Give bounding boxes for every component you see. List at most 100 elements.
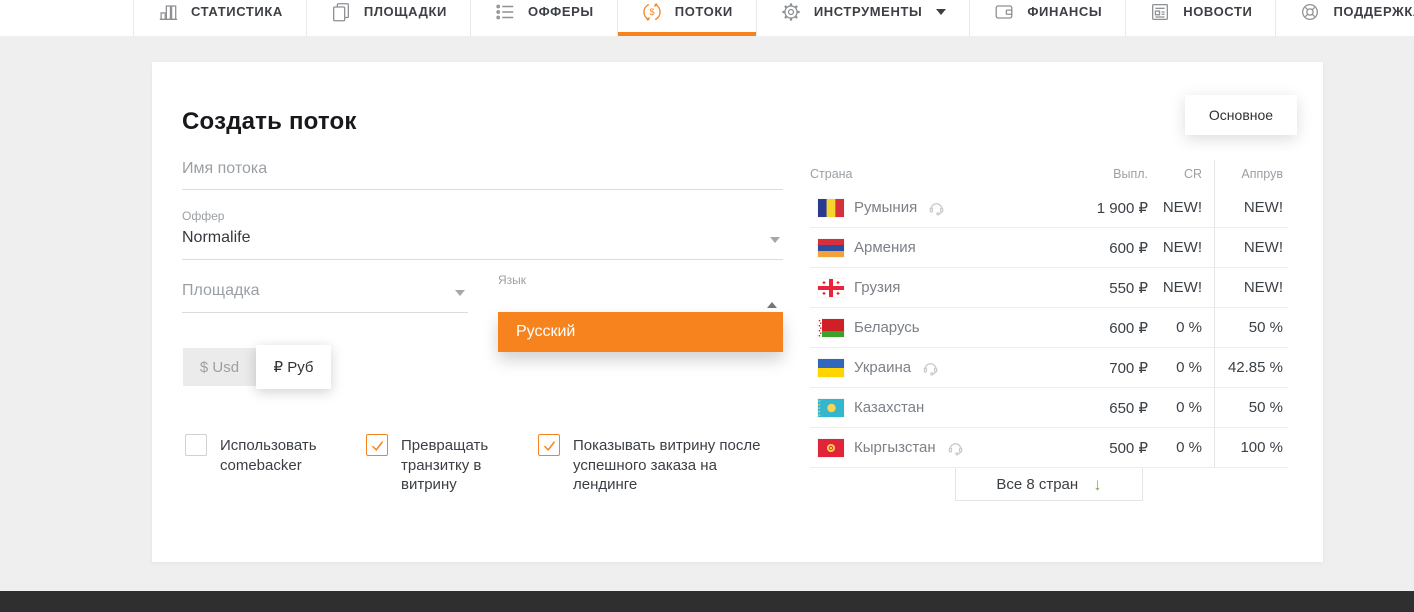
gear-icon	[780, 1, 802, 23]
approve-value: NEW!	[1214, 268, 1288, 307]
nav-label: СТАТИСТИКА	[191, 4, 283, 19]
countries-table-header: Страна Выпл. CR Аппрув	[810, 160, 1288, 188]
nav-item-news[interactable]: НОВОСТИ	[1125, 0, 1275, 36]
checkbox-comebacker[interactable]: Использовать comebacker	[185, 434, 366, 495]
table-row: Грузия 550 ₽ NEW! NEW!	[810, 268, 1288, 308]
cr-value: 0 %	[1176, 439, 1202, 456]
currency-toggle: $ Usd ₽ Руб	[183, 345, 331, 389]
checkbox-box	[185, 434, 207, 456]
nav-item-finances[interactable]: ФИНАНСЫ	[969, 0, 1125, 36]
nav-label: ИНСТРУМЕНТЫ	[813, 4, 923, 19]
payout-value: 700 ₽	[1109, 359, 1148, 377]
lifebuoy-icon	[1299, 1, 1321, 23]
nav-item-tools[interactable]: ИНСТРУМЕНТЫ	[755, 0, 969, 36]
headset-icon	[947, 439, 964, 456]
checkbox-showcase-after-order[interactable]: Показывать витрину после успешного заказ…	[538, 434, 770, 495]
platform-field[interactable]: Площадка	[182, 276, 468, 313]
approve-value: NEW!	[1214, 188, 1288, 227]
country-name: Украина	[854, 359, 912, 376]
payout-value: 600 ₽	[1109, 239, 1148, 257]
language-option-russian[interactable]: Русский	[498, 312, 783, 352]
top-nav: СТАТИСТИКА ПЛОЩАДКИ ОФФЕРЫ $ ПОТОКИ ИНСТ…	[0, 0, 1414, 36]
country-name: Кыргызстан	[854, 439, 936, 456]
all-countries-label: Все 8 стран	[996, 475, 1079, 493]
language-dropdown: Русский	[498, 312, 783, 352]
header-cr: CR	[1183, 167, 1202, 181]
cr-value: NEW!	[1162, 199, 1202, 216]
language-label: Язык	[498, 273, 527, 287]
nav-label: НОВОСТИ	[1183, 4, 1253, 19]
all-countries-button[interactable]: Все 8 стран ↓	[955, 468, 1143, 501]
checkbox-transit-to-showcase[interactable]: Превращать транзитку в витрину	[366, 434, 538, 495]
payout-value: 550 ₽	[1109, 279, 1148, 297]
flag-georgia-icon	[810, 268, 854, 307]
nav-item-support[interactable]: ПОДДЕРЖКА	[1275, 0, 1414, 36]
checkbox-box	[366, 434, 388, 456]
flag-armenia-icon	[810, 228, 854, 267]
currency-usd-button[interactable]: $ Usd	[183, 348, 256, 386]
stream-name-input[interactable]	[182, 154, 783, 190]
country-name: Беларусь	[854, 319, 920, 336]
country-name: Румыния	[854, 199, 918, 216]
header-payout: Выпл.	[1113, 167, 1148, 181]
countries-table: Страна Выпл. CR Аппрув Румыния 1 900 ₽ N…	[810, 160, 1288, 501]
news-icon	[1149, 1, 1171, 23]
approve-value: 50 %	[1214, 308, 1288, 347]
flag-kazakhstan-icon	[810, 388, 854, 427]
arrow-down-icon: ↓	[1093, 474, 1102, 494]
offer-field[interactable]: Оффер Normalife	[182, 209, 783, 260]
list-icon	[494, 1, 516, 23]
flag-ukraine-icon	[810, 348, 854, 387]
checkbox-label: Использовать comebacker	[220, 437, 317, 474]
nav-item-offers[interactable]: ОФФЕРЫ	[469, 0, 617, 36]
countries-table-footer: Все 8 стран ↓	[810, 468, 1288, 501]
chevron-down-icon	[770, 237, 780, 243]
offer-label: Оффер	[182, 209, 225, 223]
create-stream-card: Создать поток Основное Оффер Normalife П…	[152, 62, 1323, 562]
nav-label: ПОДДЕРЖКА	[1333, 4, 1414, 19]
nav-item-platforms[interactable]: ПЛОЩАДКИ	[305, 0, 470, 36]
page-footer-bar	[0, 591, 1414, 612]
approve-value: 100 %	[1214, 428, 1288, 467]
page-title: Создать поток	[182, 108, 357, 136]
bar-chart-icon	[157, 1, 179, 23]
payout-value: 600 ₽	[1109, 319, 1148, 337]
stream-name-field	[182, 154, 783, 190]
main-tab-button[interactable]: Основное	[1185, 95, 1297, 135]
country-name: Казахстан	[854, 399, 925, 416]
checkbox-label: Показывать витрину после успешного заказ…	[573, 437, 761, 493]
svg-text:$: $	[649, 7, 654, 17]
headset-icon	[928, 199, 945, 216]
table-row: Украина 700 ₽ 0 % 42.85 %	[810, 348, 1288, 388]
nav-item-streams[interactable]: $ ПОТОКИ	[616, 0, 756, 36]
nav-item-statistics[interactable]: СТАТИСТИКА	[133, 0, 306, 36]
table-row: Румыния 1 900 ₽ NEW! NEW!	[810, 188, 1288, 228]
payout-value: 500 ₽	[1109, 439, 1148, 457]
nav-label: ПОТОКИ	[674, 4, 733, 19]
table-row: Казахстан 650 ₽ 0 % 50 %	[810, 388, 1288, 428]
nav-label: ФИНАНСЫ	[1027, 4, 1103, 19]
checkbox-box	[538, 434, 560, 456]
payout-value: 1 900 ₽	[1096, 199, 1148, 217]
options-row: Использовать comebacker Превращать транз…	[185, 434, 770, 495]
cr-value: 0 %	[1176, 319, 1202, 336]
table-row: Армения 600 ₽ NEW! NEW!	[810, 228, 1288, 268]
flag-belarus-icon	[810, 308, 854, 347]
cr-value: NEW!	[1162, 279, 1202, 296]
check-icon	[371, 440, 383, 451]
language-field[interactable]: Язык	[498, 273, 783, 317]
pages-icon	[330, 1, 352, 23]
dollar-cycle-icon: $	[641, 1, 663, 23]
offer-value: Normalife	[182, 229, 251, 246]
chevron-down-icon	[455, 290, 465, 296]
header-country: Страна	[810, 167, 853, 181]
flag-romania-icon	[810, 188, 854, 227]
cr-value: NEW!	[1162, 239, 1202, 256]
payout-value: 650 ₽	[1109, 399, 1148, 417]
approve-value: NEW!	[1214, 228, 1288, 267]
currency-rub-button[interactable]: ₽ Руб	[256, 345, 331, 389]
cr-value: 0 %	[1176, 359, 1202, 376]
chevron-up-icon	[767, 302, 777, 308]
checkbox-label: Превращать транзитку в витрину	[401, 437, 489, 493]
nav-label: ПЛОЩАДКИ	[363, 4, 447, 19]
